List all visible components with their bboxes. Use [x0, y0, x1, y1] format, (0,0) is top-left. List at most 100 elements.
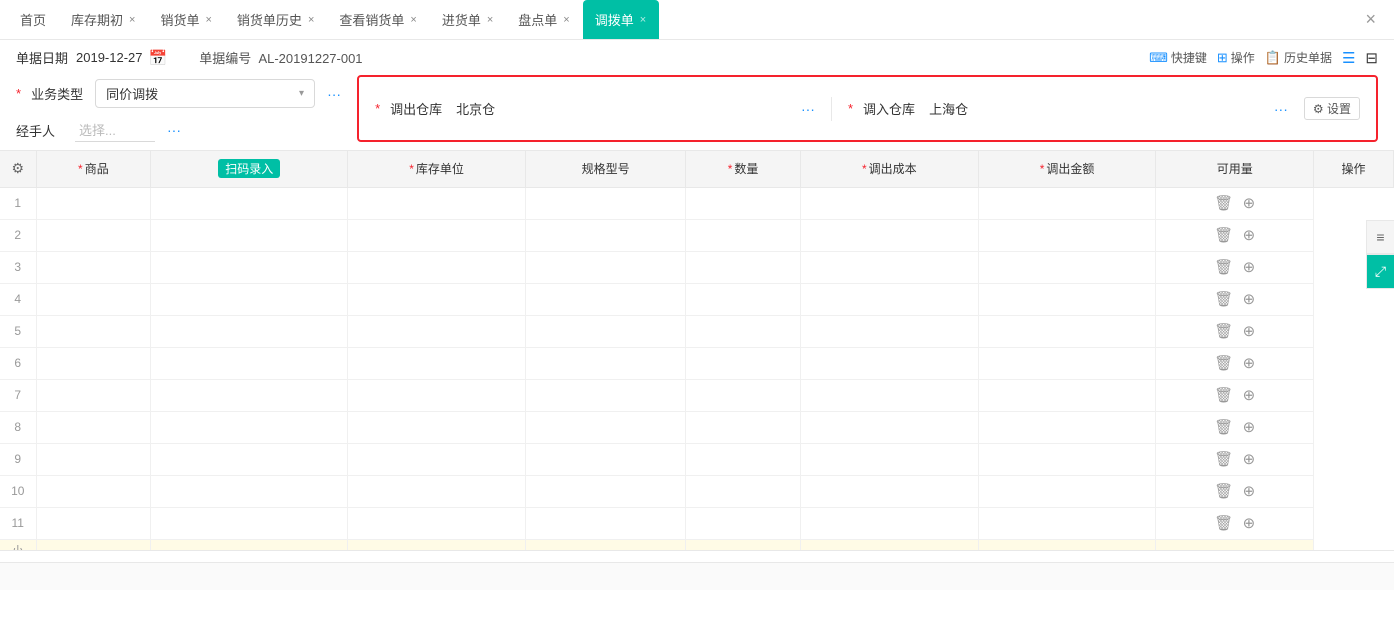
- row-available[interactable]: [978, 347, 1156, 379]
- calendar-icon[interactable]: 📅: [149, 49, 168, 67]
- row-amount[interactable]: [800, 379, 978, 411]
- row-spec[interactable]: [348, 219, 526, 251]
- tab-close-inventory-init[interactable]: ×: [129, 14, 135, 26]
- row-spec[interactable]: [348, 475, 526, 507]
- tab-close-sales-history[interactable]: ×: [308, 14, 314, 26]
- row-qty[interactable]: [525, 379, 685, 411]
- row-available[interactable]: [978, 443, 1156, 475]
- row-qty[interactable]: [525, 507, 685, 539]
- source-warehouse-more[interactable]: ···: [801, 101, 815, 117]
- copy-icon[interactable]: ⊕: [1243, 419, 1256, 436]
- row-unit[interactable]: [151, 347, 348, 379]
- row-unit[interactable]: [151, 187, 348, 219]
- row-qty[interactable]: [525, 187, 685, 219]
- copy-icon[interactable]: ⊕: [1243, 387, 1256, 404]
- delete-icon[interactable]: 🗑: [1214, 483, 1233, 500]
- biz-type-select[interactable]: 同价调拨 ▾: [95, 79, 315, 108]
- row-qty[interactable]: [525, 347, 685, 379]
- delete-icon[interactable]: 🗑: [1214, 387, 1233, 404]
- delete-icon[interactable]: 🗑: [1214, 259, 1233, 276]
- copy-icon[interactable]: ⊕: [1243, 323, 1256, 340]
- settings-button[interactable]: ⚙ 设置: [1304, 97, 1360, 120]
- row-spec[interactable]: [348, 411, 526, 443]
- float-list-button[interactable]: ≡: [1366, 220, 1394, 254]
- layout-list-button[interactable]: ☰: [1342, 49, 1355, 67]
- scan-button[interactable]: 扫码录入: [218, 159, 280, 178]
- tab-sales-history[interactable]: 销货单历史×: [225, 0, 327, 39]
- row-spec[interactable]: [348, 347, 526, 379]
- row-product[interactable]: [36, 283, 151, 315]
- row-available[interactable]: [978, 315, 1156, 347]
- row-product[interactable]: [36, 443, 151, 475]
- row-unit[interactable]: [151, 219, 348, 251]
- row-cost[interactable]: [686, 411, 801, 443]
- tab-purchase-order[interactable]: 进货单×: [430, 0, 506, 39]
- tab-close-transfer-order[interactable]: ×: [640, 14, 646, 26]
- copy-icon[interactable]: ⊕: [1243, 515, 1256, 532]
- window-close-button[interactable]: ×: [1355, 9, 1386, 30]
- delete-icon[interactable]: 🗑: [1214, 451, 1233, 468]
- delete-icon[interactable]: 🗑: [1214, 323, 1233, 340]
- row-qty[interactable]: [525, 443, 685, 475]
- row-cost[interactable]: [686, 443, 801, 475]
- row-available[interactable]: [978, 411, 1156, 443]
- layout-grid-button[interactable]: ⊟: [1365, 49, 1378, 67]
- row-qty[interactable]: [525, 411, 685, 443]
- copy-icon[interactable]: ⊕: [1243, 195, 1256, 212]
- row-amount[interactable]: [800, 443, 978, 475]
- row-cost[interactable]: [686, 315, 801, 347]
- copy-icon[interactable]: ⊕: [1243, 227, 1256, 244]
- delete-icon[interactable]: 🗑: [1214, 355, 1233, 372]
- handler-input[interactable]: 选择...: [75, 118, 155, 142]
- copy-icon[interactable]: ⊕: [1243, 355, 1256, 372]
- table-settings-header[interactable]: ⚙: [0, 151, 36, 187]
- row-cost[interactable]: [686, 187, 801, 219]
- row-amount[interactable]: [800, 315, 978, 347]
- row-available[interactable]: [978, 187, 1156, 219]
- biz-more-button[interactable]: ···: [327, 86, 341, 102]
- history-button[interactable]: 📋 历史单据: [1265, 49, 1332, 66]
- delete-icon[interactable]: 🗑: [1214, 291, 1233, 308]
- copy-icon[interactable]: ⊕: [1243, 451, 1256, 468]
- row-amount[interactable]: [800, 187, 978, 219]
- row-cost[interactable]: [686, 283, 801, 315]
- row-unit[interactable]: [151, 507, 348, 539]
- tab-view-sales[interactable]: 查看销货单×: [327, 0, 429, 39]
- row-amount[interactable]: [800, 251, 978, 283]
- row-unit[interactable]: [151, 379, 348, 411]
- row-spec[interactable]: [348, 187, 526, 219]
- row-product[interactable]: [36, 315, 151, 347]
- row-unit[interactable]: [151, 475, 348, 507]
- row-spec[interactable]: [348, 379, 526, 411]
- row-spec[interactable]: [348, 251, 526, 283]
- tab-inventory-init[interactable]: 库存期初×: [59, 0, 148, 39]
- row-product[interactable]: [36, 507, 151, 539]
- row-cost[interactable]: [686, 507, 801, 539]
- row-qty[interactable]: [525, 251, 685, 283]
- row-spec[interactable]: [348, 507, 526, 539]
- row-amount[interactable]: [800, 507, 978, 539]
- tab-close-purchase-order[interactable]: ×: [487, 14, 493, 26]
- delete-icon[interactable]: 🗑: [1214, 515, 1233, 532]
- row-product[interactable]: [36, 187, 151, 219]
- row-qty[interactable]: [525, 219, 685, 251]
- row-available[interactable]: [978, 219, 1156, 251]
- row-cost[interactable]: [686, 251, 801, 283]
- row-unit[interactable]: [151, 315, 348, 347]
- tab-sales-order[interactable]: 销货单×: [148, 0, 224, 39]
- row-available[interactable]: [978, 507, 1156, 539]
- row-product[interactable]: [36, 219, 151, 251]
- delete-icon[interactable]: 🗑: [1214, 227, 1233, 244]
- row-unit[interactable]: [151, 443, 348, 475]
- table-gear-icon[interactable]: ⚙: [11, 160, 24, 176]
- row-available[interactable]: [978, 379, 1156, 411]
- row-available[interactable]: [978, 283, 1156, 315]
- copy-icon[interactable]: ⊕: [1243, 483, 1256, 500]
- row-cost[interactable]: [686, 379, 801, 411]
- row-product[interactable]: [36, 411, 151, 443]
- row-unit[interactable]: [151, 251, 348, 283]
- row-product[interactable]: [36, 347, 151, 379]
- row-spec[interactable]: [348, 315, 526, 347]
- row-qty[interactable]: [525, 315, 685, 347]
- tab-home[interactable]: 首页: [8, 0, 59, 39]
